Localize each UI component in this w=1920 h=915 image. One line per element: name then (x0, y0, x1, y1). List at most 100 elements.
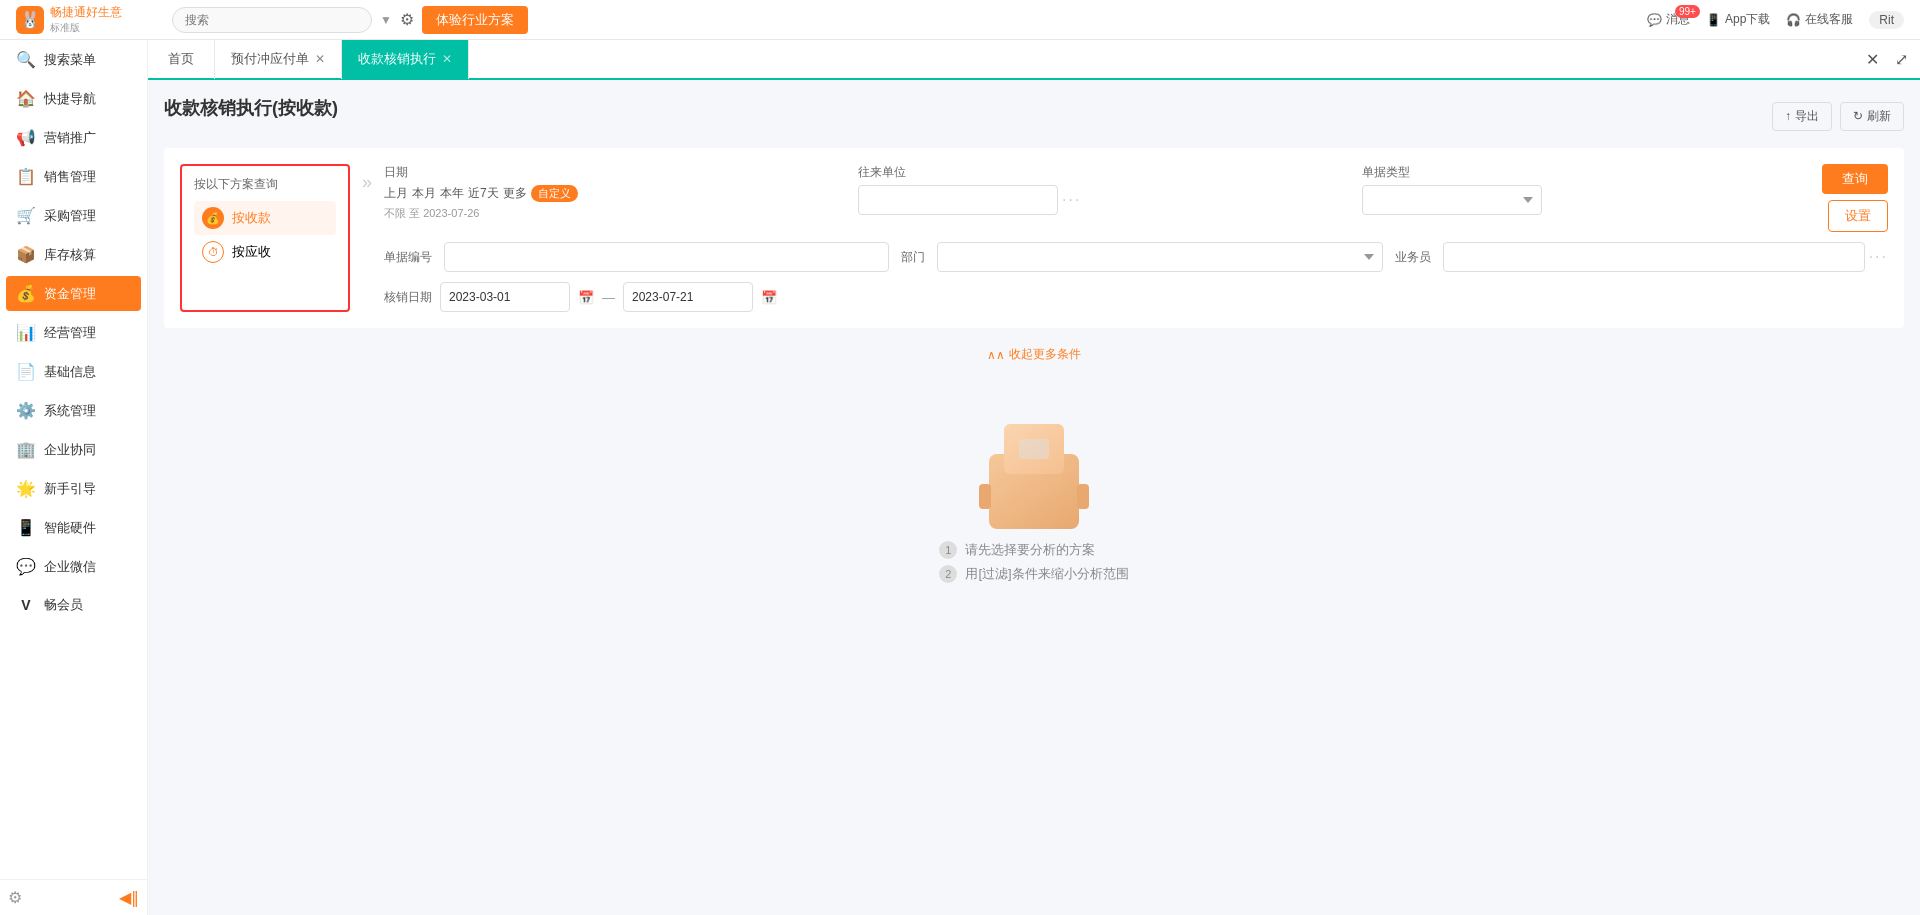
gear-icon[interactable]: ⚙ (400, 10, 414, 29)
sidebar: 🔍 搜索菜单 🏠 快捷导航 📢 营销推广 📋 销售管理 🛒 采购管理 📦 (0, 40, 148, 915)
page-content: 收款核销执行(按收款) ↑ 导出 ↻ 刷新 按以下方案查询 (148, 80, 1920, 915)
sidebar-settings-icon[interactable]: ⚙ (8, 888, 22, 907)
solution-button[interactable]: 体验行业方案 (422, 6, 528, 34)
sidebar-item-quick-nav[interactable]: 🏠 快捷导航 (0, 79, 147, 118)
empty-step-2: 2 用[过滤]条件来缩小分析范围 (939, 565, 1128, 583)
sidebar-label-purchase: 采购管理 (44, 207, 96, 225)
hardware-icon: 📱 (16, 518, 36, 537)
date-label: 日期 (384, 164, 578, 181)
filter-panel-title: 按以下方案查询 (194, 176, 336, 193)
wechat-icon: 💬 (16, 557, 36, 576)
sidebar-label-inventory: 库存核算 (44, 246, 96, 264)
by-collection-label: 按收款 (232, 209, 271, 227)
sidebar-label-wechat: 企业微信 (44, 558, 96, 576)
sidebar-item-enterprise[interactable]: 🏢 企业协同 (0, 430, 147, 469)
bill-no-input[interactable] (444, 242, 889, 272)
prepay-tab-label: 预付冲应付单 (231, 50, 309, 68)
date-tab-last-month[interactable]: 上月 (384, 185, 408, 202)
guide-icon: 🌟 (16, 479, 36, 498)
date-tab-7days[interactable]: 近7天 (468, 185, 499, 202)
date-tab-custom[interactable]: 自定义 (531, 185, 578, 202)
service-button[interactable]: 🎧 在线客服 (1786, 11, 1853, 28)
search-menu-icon: 🔍 (16, 50, 36, 69)
sidebar-footer: ⚙ ◀‖ (0, 879, 147, 915)
sidebar-item-basic-info[interactable]: 📄 基础信息 (0, 352, 147, 391)
finance-icon: 💰 (16, 284, 36, 303)
sidebar-item-hardware[interactable]: 📱 智能硬件 (0, 508, 147, 547)
by-receivable-icon: ⏱ (202, 241, 224, 263)
basic-info-icon: 📄 (16, 362, 36, 381)
tab-expand-button[interactable]: ⤢ (1891, 46, 1912, 73)
date-nolimit: 不限 至 2023-07-26 (384, 206, 578, 221)
app-download-button[interactable]: 📱 App下载 (1706, 11, 1770, 28)
tab-prepay[interactable]: 预付冲应付单 ✕ (215, 40, 342, 79)
date-tab-this-month[interactable]: 本月 (412, 185, 436, 202)
filter-collapse-icon[interactable]: » (362, 172, 372, 193)
marketing-icon: 📢 (16, 128, 36, 147)
counterpart-label: 往来单位 (858, 164, 1081, 181)
brand-name: 畅捷通好生意 (50, 4, 122, 21)
query-button[interactable]: 查询 (1822, 164, 1888, 194)
sidebar-item-sales[interactable]: 📋 销售管理 (0, 157, 147, 196)
sidebar-label-guide: 新手引导 (44, 480, 96, 498)
counterpart-input[interactable] (858, 185, 1058, 215)
counterpart-dots-icon[interactable]: ··· (1062, 191, 1081, 209)
empty-step-1: 1 请先选择要分析的方案 (939, 541, 1128, 559)
export-button[interactable]: ↑ 导出 (1772, 102, 1832, 131)
sidebar-label-basic-info: 基础信息 (44, 363, 96, 381)
sidebar-item-search-menu[interactable]: 🔍 搜索菜单 (0, 40, 147, 79)
prepay-tab-close-icon[interactable]: ✕ (315, 52, 325, 66)
tab-collection[interactable]: 收款核销执行 ✕ (342, 40, 469, 79)
verify-date-start-input[interactable] (440, 282, 570, 312)
filter-option-by-receivable[interactable]: ⏱ 按应收 (194, 235, 336, 269)
message-button[interactable]: 💬 消息 99+ (1647, 11, 1690, 28)
sidebar-label-search-menu: 搜索菜单 (44, 51, 96, 69)
date-range-separator: — (602, 290, 615, 305)
sidebar-item-guide[interactable]: 🌟 新手引导 (0, 469, 147, 508)
tab-home[interactable]: 首页 (148, 40, 215, 79)
setting-button[interactable]: 设置 (1828, 200, 1888, 232)
sidebar-item-purchase[interactable]: 🛒 采购管理 (0, 196, 147, 235)
sidebar-label-finance: 资金管理 (44, 285, 96, 303)
content-area: 首页 预付冲应付单 ✕ 收款核销执行 ✕ ✕ ⤢ 收款核销执行(按收款) (148, 40, 1920, 915)
app-icon: 📱 (1706, 13, 1721, 27)
search-dropdown-icon[interactable]: ▼ (380, 13, 392, 27)
tab-bar-actions: ✕ ⤢ (1862, 46, 1920, 73)
collapse-more-button[interactable]: ∧∧ 收起更多条件 (987, 346, 1081, 363)
dept-select[interactable] (937, 242, 1382, 272)
bill-no-label: 单据编号 (384, 249, 432, 266)
sidebar-item-operation[interactable]: 📊 经营管理 (0, 313, 147, 352)
sidebar-label-hardware: 智能硬件 (44, 519, 96, 537)
sidebar-label-quick-nav: 快捷导航 (44, 90, 96, 108)
verify-date-start-cal-icon[interactable]: 📅 (578, 290, 594, 305)
filter-option-by-collection[interactable]: 💰 按收款 (194, 201, 336, 235)
sidebar-label-sales: 销售管理 (44, 168, 96, 186)
purchase-icon: 🛒 (16, 206, 36, 225)
verify-date-end-cal-icon[interactable]: 📅 (761, 290, 777, 305)
sidebar-label-operation: 经营管理 (44, 324, 96, 342)
staff-input[interactable] (1443, 242, 1865, 272)
collapse-up-icon: ∧∧ (987, 348, 1005, 362)
service-icon: 🎧 (1786, 13, 1801, 27)
enterprise-icon: 🏢 (16, 440, 36, 459)
date-tab-more[interactable]: 更多 (503, 185, 527, 202)
search-input[interactable] (172, 7, 372, 33)
sidebar-item-wechat[interactable]: 💬 企业微信 (0, 547, 147, 586)
refresh-button[interactable]: ↻ 刷新 (1840, 102, 1904, 131)
sidebar-nav: 🔍 搜索菜单 🏠 快捷导航 📢 营销推广 📋 销售管理 🛒 采购管理 📦 (0, 40, 147, 879)
verify-date-end-input[interactable] (623, 282, 753, 312)
sidebar-item-marketing[interactable]: 📢 营销推广 (0, 118, 147, 157)
user-button[interactable]: Rit (1869, 11, 1904, 29)
bill-type-select[interactable] (1362, 185, 1542, 215)
sidebar-item-member[interactable]: V 畅会员 (0, 586, 147, 624)
collection-tab-close-icon[interactable]: ✕ (442, 52, 452, 66)
collapse-more-area: ∧∧ 收起更多条件 (164, 340, 1904, 369)
sidebar-item-inventory[interactable]: 📦 库存核算 (0, 235, 147, 274)
sidebar-item-system[interactable]: ⚙️ 系统管理 (0, 391, 147, 430)
staff-label: 业务员 (1395, 249, 1431, 266)
staff-dots-icon[interactable]: ··· (1869, 248, 1888, 266)
tab-close-all-button[interactable]: ✕ (1862, 46, 1883, 73)
sidebar-collapse-icon[interactable]: ◀‖ (119, 888, 139, 907)
date-tab-this-year[interactable]: 本年 (440, 185, 464, 202)
sidebar-item-finance[interactable]: 💰 资金管理 (6, 276, 141, 311)
